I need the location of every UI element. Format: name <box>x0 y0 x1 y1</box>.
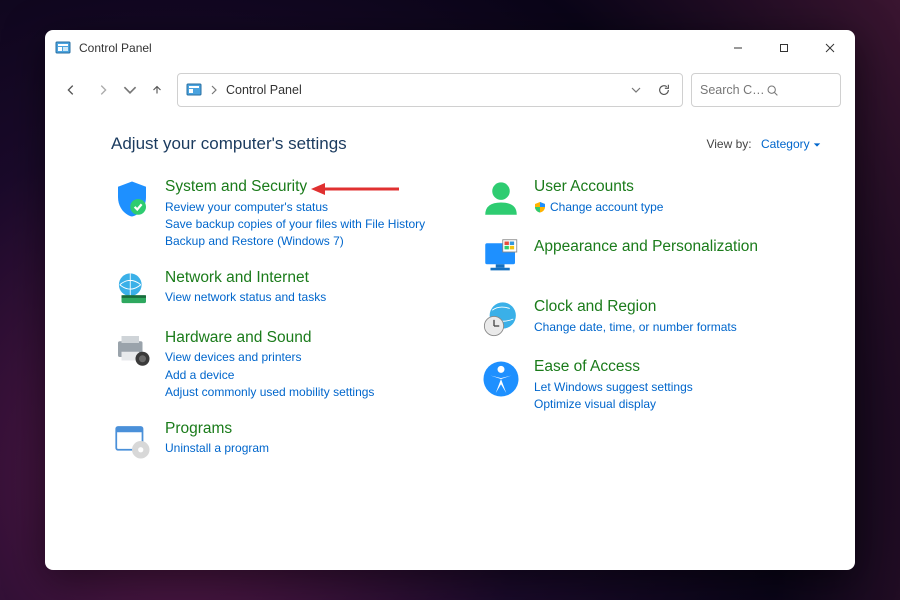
category-link[interactable]: Review your computer's status <box>165 199 425 216</box>
toolbar: Control Panel Search Control P... <box>45 66 855 114</box>
category-title[interactable]: Ease of Access <box>534 358 693 377</box>
category-link[interactable]: Change account type <box>534 199 663 216</box>
category-user-accounts: User Accounts Change account type <box>480 178 821 220</box>
globe-icon <box>111 269 153 311</box>
recent-dropdown[interactable] <box>123 74 137 106</box>
window: Control Panel Control Panel Search Contr… <box>45 30 855 570</box>
monitor-icon <box>480 238 522 280</box>
search-placeholder: Search Control P... <box>700 83 766 97</box>
category-link[interactable]: Uninstall a program <box>165 440 269 457</box>
app-icon <box>55 40 71 56</box>
category-network: Network and Internet View network status… <box>111 269 452 311</box>
titlebar: Control Panel <box>45 30 855 66</box>
view-by: View by: Category <box>706 137 821 151</box>
programs-icon <box>111 420 153 462</box>
category-ease-of-access: Ease of Access Let Windows suggest setti… <box>480 358 821 413</box>
category-title[interactable]: User Accounts <box>534 178 663 197</box>
uac-shield-icon <box>534 201 546 213</box>
category-hardware: Hardware and Sound View devices and prin… <box>111 329 452 402</box>
category-system-security: System and Security Review your computer… <box>111 178 452 251</box>
category-link[interactable]: View devices and printers <box>165 349 374 366</box>
left-column: System and Security Review your computer… <box>111 178 452 462</box>
history-dropdown[interactable] <box>626 85 646 95</box>
view-by-dropdown[interactable]: Category <box>761 137 821 151</box>
shield-icon <box>111 178 153 220</box>
content: Adjust your computer's settings View by:… <box>45 114 855 570</box>
category-link[interactable]: Change date, time, or number formats <box>534 319 737 336</box>
clock-globe-icon <box>480 298 522 340</box>
annotation-arrow <box>311 180 401 198</box>
category-title[interactable]: Hardware and Sound <box>165 329 374 348</box>
search-icon <box>766 84 832 97</box>
close-button[interactable] <box>807 30 853 66</box>
maximize-button[interactable] <box>761 30 807 66</box>
back-button[interactable] <box>59 74 83 106</box>
category-title[interactable]: Appearance and Personalization <box>534 238 758 257</box>
category-clock: Clock and Region Change date, time, or n… <box>480 298 821 340</box>
category-link[interactable]: Add a device <box>165 367 374 384</box>
breadcrumb[interactable]: Control Panel <box>226 83 302 97</box>
page-title: Adjust your computer's settings <box>111 134 706 154</box>
category-link[interactable]: Let Windows suggest settings <box>534 379 693 396</box>
category-link[interactable]: Save backup copies of your files with Fi… <box>165 216 425 233</box>
search-input[interactable]: Search Control P... <box>691 73 841 107</box>
category-title[interactable]: Clock and Region <box>534 298 737 317</box>
accessibility-icon <box>480 358 522 400</box>
address-icon <box>186 82 202 98</box>
window-title: Control Panel <box>79 41 152 55</box>
category-programs: Programs Uninstall a program <box>111 420 452 462</box>
minimize-button[interactable] <box>715 30 761 66</box>
chevron-right-icon <box>210 85 218 95</box>
forward-button[interactable] <box>91 74 115 106</box>
right-column: User Accounts Change account type Appear… <box>480 178 821 462</box>
refresh-button[interactable] <box>654 83 674 97</box>
address-bar[interactable]: Control Panel <box>177 73 683 107</box>
category-link[interactable]: Adjust commonly used mobility settings <box>165 384 374 401</box>
up-button[interactable] <box>145 74 169 106</box>
category-link[interactable]: View network status and tasks <box>165 289 326 306</box>
category-appearance: Appearance and Personalization <box>480 238 821 280</box>
category-link[interactable]: Optimize visual display <box>534 396 693 413</box>
printer-icon <box>111 329 153 371</box>
category-title[interactable]: Network and Internet <box>165 269 326 288</box>
category-title[interactable]: Programs <box>165 420 269 439</box>
user-icon <box>480 178 522 220</box>
category-link[interactable]: Backup and Restore (Windows 7) <box>165 233 425 250</box>
